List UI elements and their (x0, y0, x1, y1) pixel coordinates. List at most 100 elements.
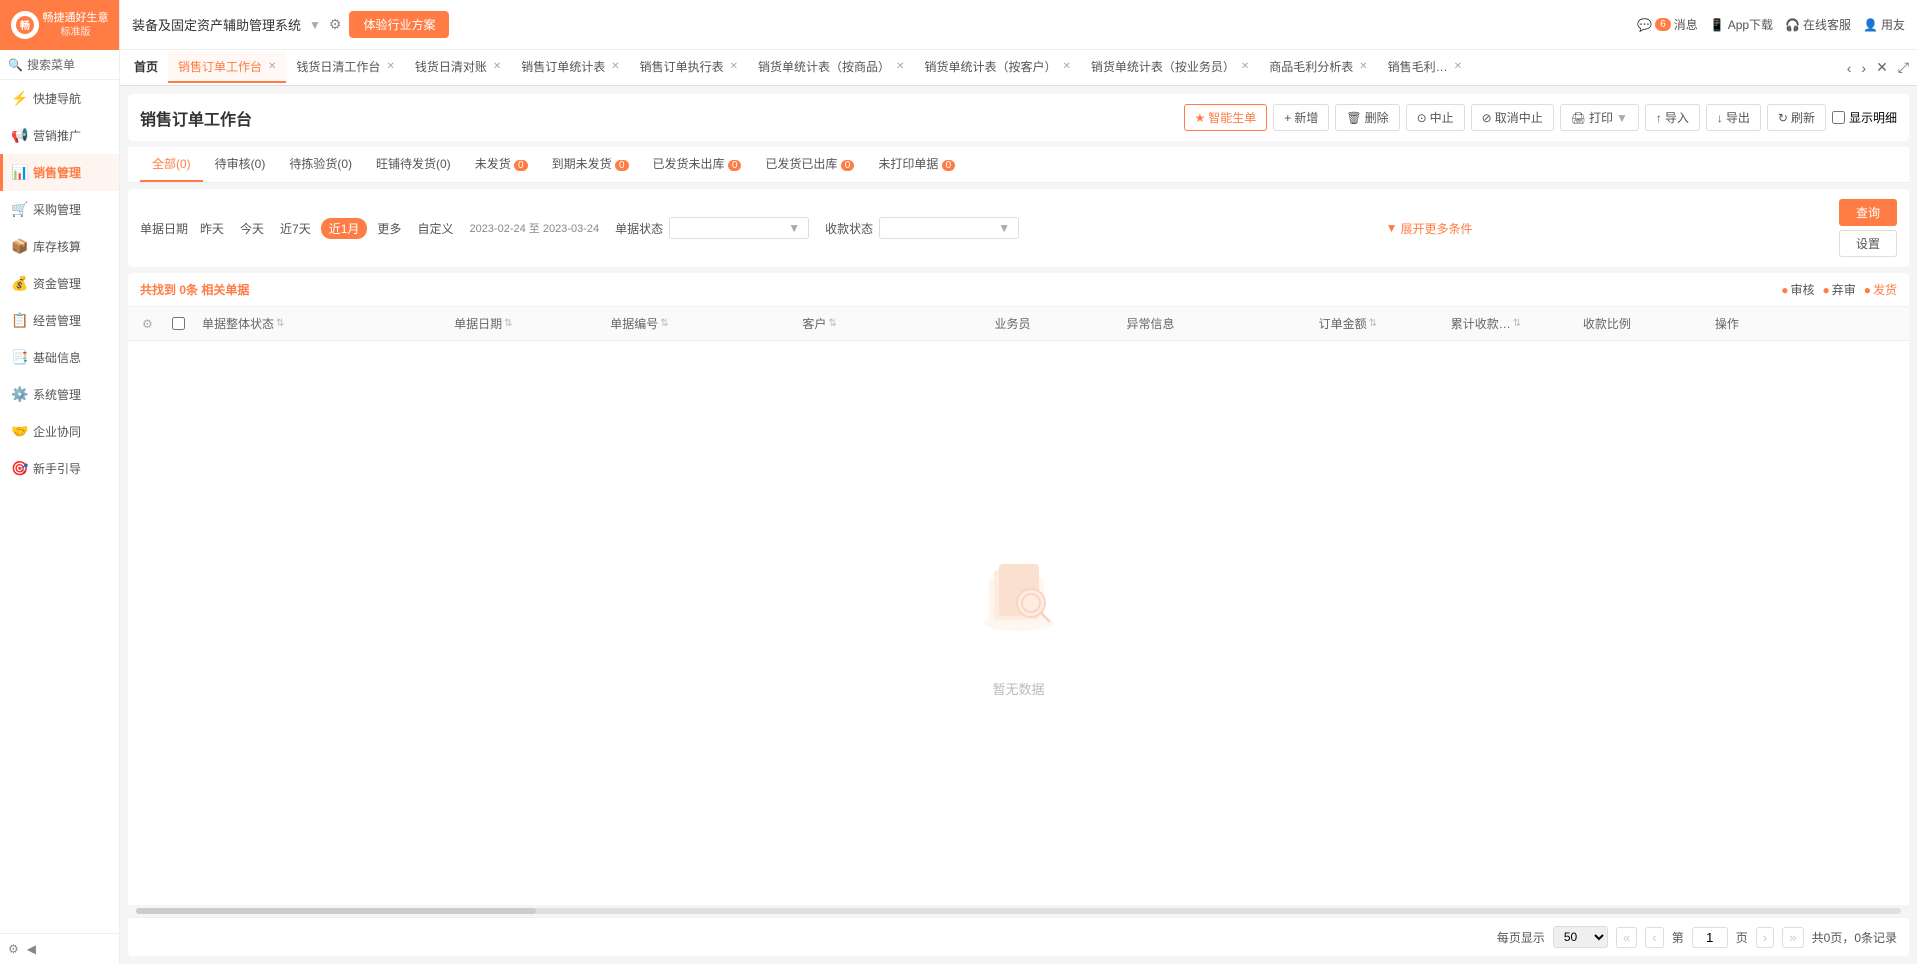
tab-close-sales-exec[interactable]: ✕ (730, 61, 738, 72)
filter-tab-pending-review[interactable]: 待审核(0) (203, 147, 278, 182)
tab-close-margin[interactable]: ✕ (1359, 61, 1367, 72)
date-opt-today[interactable]: 今天 (234, 218, 270, 239)
ship-btn[interactable]: ● 发货 (1864, 281, 1897, 298)
filter-tab-shipped-not-out[interactable]: 已发货未出库 0 (641, 147, 754, 182)
filter-tab-shipped-out[interactable]: 已发货已出库 0 (753, 147, 866, 182)
tab-sales-margin[interactable]: 销售毛利… ✕ (1378, 52, 1472, 83)
date-opt-more[interactable]: 更多 (371, 218, 407, 239)
th-customer[interactable]: 客户 ⇅ (796, 307, 988, 340)
service-icon: 🎧 (1785, 18, 1800, 32)
sidebar-item-finance[interactable]: 💰 资金管理 (0, 265, 119, 302)
delete-button[interactable]: 🗑 删除 (1335, 104, 1399, 131)
payment-select[interactable]: ▼ (879, 217, 1019, 239)
tab-close-sales-margin[interactable]: ✕ (1454, 61, 1462, 72)
tab-sales-customer[interactable]: 销货单统计表（按客户） ✕ (914, 52, 1080, 83)
delete-icon: 🗑 (1346, 111, 1361, 125)
filter-tab-pending-inspect[interactable]: 待拣验货(0) (277, 147, 364, 182)
date-opt-7days[interactable]: 近7天 (274, 218, 317, 239)
tab-close-sales-stats[interactable]: ✕ (611, 61, 619, 72)
show-detail-label[interactable]: 显示明细 (1832, 109, 1897, 126)
th-status[interactable]: 单据整体状态 ⇅ (196, 307, 448, 340)
svg-text:畅: 畅 (20, 19, 30, 32)
sidebar-item-inventory[interactable]: 📦 库存核算 (0, 228, 119, 265)
page-number-input[interactable] (1692, 927, 1728, 948)
sales-icon: 📊 (11, 164, 27, 181)
tab-cash-daily-clear[interactable]: 钱货日清工作台 ✕ (286, 52, 404, 83)
next-page-button[interactable]: › (1756, 927, 1774, 948)
tab-scroll-left[interactable]: ‹ (1843, 58, 1856, 78)
sidebar-item-marketing[interactable]: 📢 营销推广 (0, 117, 119, 154)
query-button[interactable]: 查询 (1839, 199, 1897, 226)
review-btn[interactable]: ● 审核 (1781, 281, 1814, 298)
setting-button[interactable]: 设置 (1839, 230, 1897, 257)
tab-scroll-right[interactable]: › (1857, 58, 1870, 78)
print-button[interactable]: 🖨 打印 ▼ (1560, 104, 1639, 131)
tab-close-cash-daily[interactable]: ✕ (386, 61, 394, 72)
last-page-button[interactable]: » (1782, 927, 1803, 948)
reject-btn[interactable]: ● 弃审 (1822, 281, 1855, 298)
sidebar-item-sales[interactable]: 📊 销售管理 (0, 154, 119, 191)
collapse-icon[interactable]: ◀ (27, 942, 36, 956)
prev-page-button[interactable]: ‹ (1645, 927, 1663, 948)
message-area[interactable]: 💬 6 消息 (1637, 16, 1698, 33)
sidebar-item-guide[interactable]: 🎯 新手引导 (0, 450, 119, 487)
first-page-button[interactable]: « (1616, 927, 1637, 948)
tab-sales-order-workbench[interactable]: 销售订单工作台 ✕ (168, 52, 286, 83)
sidebar-item-operation[interactable]: 📋 经营管理 (0, 302, 119, 339)
export-button[interactable]: ↓ 导出 (1706, 104, 1761, 131)
th-num[interactable]: 单据编号 ⇅ (604, 307, 796, 340)
tab-cash-reconcile[interactable]: 钱货日清对账 ✕ (405, 52, 511, 83)
smart-create-button[interactable]: ★ 智能生单 (1184, 104, 1268, 131)
status-select[interactable]: ▼ (669, 217, 809, 239)
th-config[interactable]: ⚙ (136, 309, 166, 339)
sidebar-item-system[interactable]: ⚙️ 系统管理 (0, 376, 119, 413)
tab-close-sales-product[interactable]: ✕ (896, 61, 904, 72)
tab-expand[interactable]: ⤢ (1894, 57, 1913, 78)
per-page-select[interactable]: 50 10 20 100 (1553, 926, 1608, 948)
gear-icon[interactable]: ⚙ (329, 16, 342, 33)
sidebar-search[interactable]: 🔍 搜索菜单 (0, 50, 119, 80)
app-download-area[interactable]: 📱 App下载 (1710, 16, 1773, 33)
add-button[interactable]: + 新增 (1273, 104, 1329, 131)
sidebar-item-purchase[interactable]: 🛒 采购管理 (0, 191, 119, 228)
th-collected[interactable]: 累计收款… ⇅ (1445, 307, 1577, 340)
show-detail-checkbox[interactable] (1832, 111, 1845, 124)
sidebar-item-cooperation[interactable]: 🤝 企业协同 (0, 413, 119, 450)
sidebar-item-quick-nav[interactable]: ⚡ 快捷导航 (0, 80, 119, 117)
stop-button[interactable]: ⊙ 中止 (1406, 104, 1465, 131)
filter-tab-not-printed[interactable]: 未打印单据 0 (866, 147, 967, 182)
select-all-checkbox[interactable] (172, 317, 185, 330)
industry-solution-button[interactable]: 体验行业方案 (349, 11, 449, 38)
filter-tab-overdue-not-shipped[interactable]: 到期未发货 0 (540, 147, 641, 182)
tab-home[interactable]: 首页 (124, 52, 168, 83)
date-opt-custom[interactable]: 自定义 (411, 218, 459, 239)
sidebar-item-basic[interactable]: 📑 基础信息 (0, 339, 119, 376)
tab-close-cash-reconcile[interactable]: ✕ (493, 61, 501, 72)
user-area[interactable]: 👤 用友 (1863, 16, 1905, 33)
tab-close-sales-order[interactable]: ✕ (268, 61, 276, 72)
th-checkbox[interactable] (166, 309, 196, 338)
online-service-area[interactable]: 🎧 在线客服 (1785, 16, 1851, 33)
refresh-button[interactable]: ↻ 刷新 (1767, 104, 1826, 131)
filter-tab-wangpu-delivery[interactable]: 旺铺待发货(0) (364, 147, 463, 182)
expand-more-btn[interactable]: ▼ 展开更多条件 (1386, 220, 1473, 237)
tab-close-sales-staff[interactable]: ✕ (1241, 61, 1249, 72)
tab-sales-staff[interactable]: 销货单统计表（按业务员） ✕ (1081, 52, 1259, 83)
date-opt-1month[interactable]: 近1月 (321, 218, 368, 239)
tab-close-all[interactable]: ✕ (1872, 57, 1892, 78)
tab-margin-analysis[interactable]: 商品毛利分析表 ✕ (1259, 52, 1377, 83)
filter-tab-not-shipped[interactable]: 未发货 0 (463, 147, 540, 182)
th-amount[interactable]: 订单金额 ⇅ (1313, 307, 1445, 340)
th-date[interactable]: 单据日期 ⇅ (448, 307, 604, 340)
settings-icon[interactable]: ⚙ (8, 942, 19, 956)
tab-sales-product[interactable]: 销货单统计表（按商品） ✕ (748, 52, 914, 83)
import-button[interactable]: ↑ 导入 (1645, 104, 1700, 131)
filter-tab-all[interactable]: 全部(0) (140, 147, 203, 182)
date-opt-yesterday[interactable]: 昨天 (194, 218, 230, 239)
scrollbar-area[interactable] (128, 905, 1909, 917)
cancel-stop-button[interactable]: ⊘ 取消中止 (1471, 104, 1554, 131)
chevron-down-icon[interactable]: ▼ (309, 18, 321, 32)
tab-close-sales-customer[interactable]: ✕ (1062, 61, 1070, 72)
tab-sales-stats[interactable]: 销售订单统计表 ✕ (511, 52, 629, 83)
tab-sales-exec[interactable]: 销售订单执行表 ✕ (630, 52, 748, 83)
